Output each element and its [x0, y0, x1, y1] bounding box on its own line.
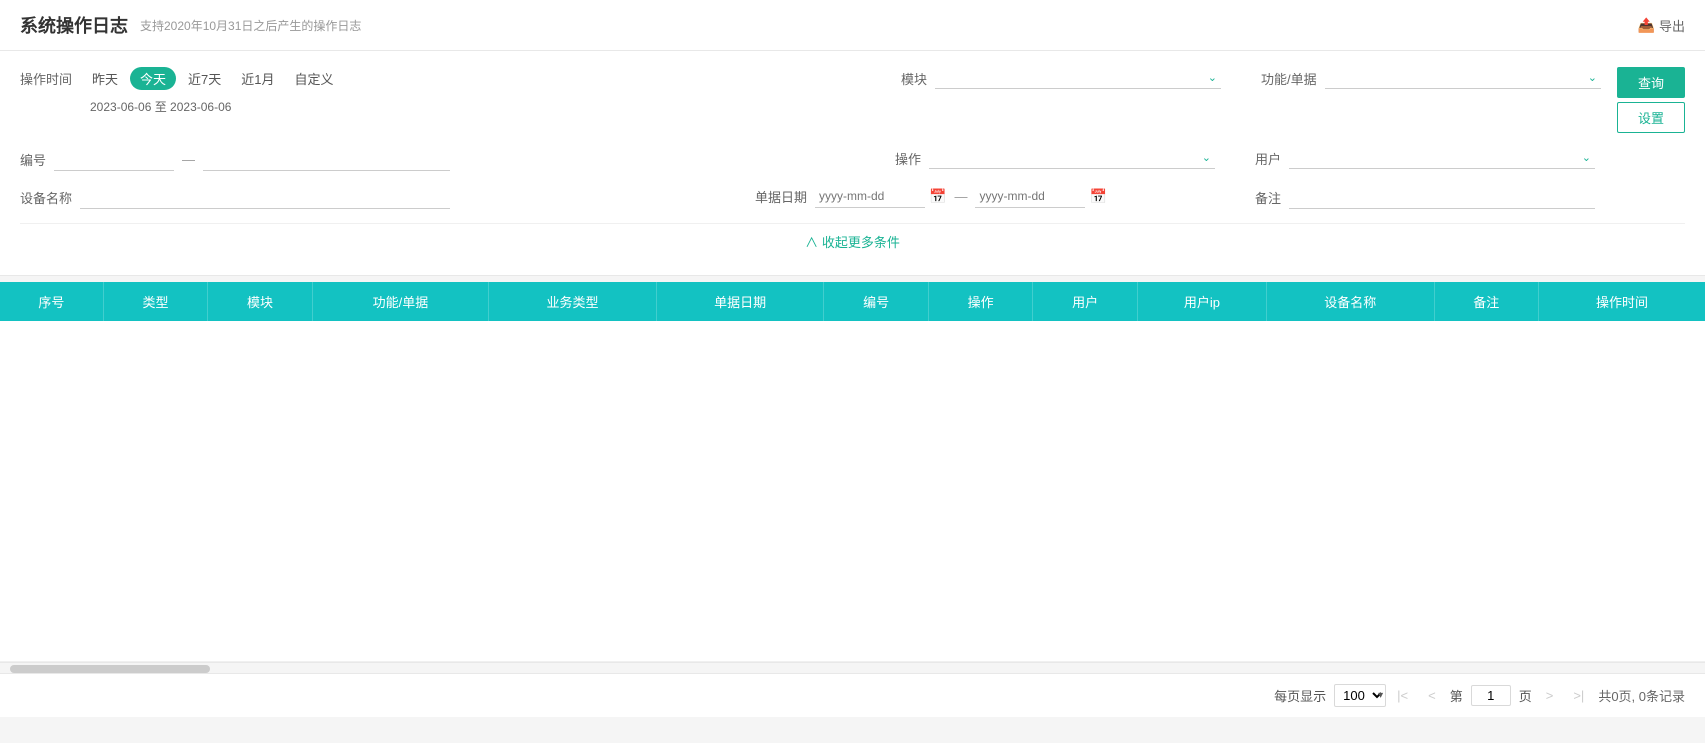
table-container: 序号 类型 模块 功能/单据 业务类型 单据日期 编号 操作 用户 用户ip 设… — [0, 282, 1705, 662]
operation-filter: 操作 ⌄ — [895, 147, 1215, 169]
device-filter: 设备名称 — [20, 185, 450, 209]
calendar-icon-end[interactable]: 📅 — [1089, 188, 1106, 205]
time-buttons: 昨天 今天 近7天 近1月 自定义 — [84, 67, 342, 90]
date-input-start[interactable] — [815, 185, 925, 208]
export-label: 导出 — [1659, 16, 1685, 35]
date-input-end[interactable] — [975, 185, 1085, 208]
data-table: 序号 类型 模块 功能/单据 业务类型 单据日期 编号 操作 用户 用户ip 设… — [0, 282, 1705, 662]
function-chevron-icon: ⌄ — [1588, 71, 1597, 84]
col-optime: 操作时间 — [1539, 282, 1705, 321]
collapse-label: 收起更多条件 — [822, 235, 900, 250]
col-device: 设备名称 — [1266, 282, 1434, 321]
col-operation: 操作 — [928, 282, 1032, 321]
number-filter: 编号 — — [20, 147, 450, 171]
user-select[interactable]: ⌄ — [1289, 147, 1595, 169]
prev-page-button[interactable]: < — [1422, 686, 1442, 705]
next-page-button[interactable]: > — [1540, 686, 1560, 705]
time-btn-7days[interactable]: 近7天 — [180, 67, 229, 90]
first-page-button[interactable]: |< — [1391, 686, 1414, 705]
module-filter: 模块 ⌄ — [901, 67, 1221, 89]
note-input[interactable] — [1289, 185, 1595, 209]
date-filter: 单据日期 📅 — 📅 — [755, 185, 1215, 208]
operation-label: 操作 — [895, 149, 929, 168]
time-label: 操作时间 — [20, 69, 80, 88]
chevron-down-icon: ▾ — [1378, 690, 1383, 701]
time-btn-custom[interactable]: 自定义 — [287, 67, 342, 90]
col-number: 编号 — [824, 282, 928, 321]
filter-row-3: 设备名称 单据日期 📅 — 📅 备注 — [20, 185, 1685, 209]
collapse-bar[interactable]: ∧ 收起更多条件 — [20, 223, 1685, 259]
date-dash: — — [946, 189, 975, 204]
last-page-button[interactable]: >| — [1567, 686, 1590, 705]
page-size-label: 每页显示 — [1274, 686, 1326, 705]
filter-row-2: 编号 — 操作 ⌄ 用户 ⌄ — [20, 147, 1685, 171]
export-button[interactable]: 📤 导出 — [1638, 16, 1685, 35]
date-input-group-start: 📅 — [815, 185, 946, 208]
module-chevron-icon: ⌄ — [1208, 71, 1217, 84]
calendar-icon-start[interactable]: 📅 — [929, 188, 946, 205]
col-user: 用户 — [1033, 282, 1137, 321]
operation-select[interactable]: ⌄ — [929, 147, 1215, 169]
collapse-icon: ∧ — [805, 235, 818, 250]
total-info: 共0页, 0条记录 — [1598, 686, 1685, 705]
scrollbar-thumb[interactable] — [10, 665, 210, 673]
user-filter: 用户 ⌄ — [1255, 147, 1595, 169]
module-select[interactable]: ⌄ — [935, 67, 1221, 89]
page-subtitle: 支持2020年10月31日之后产生的操作日志 — [140, 17, 361, 34]
date-input-group-end: 📅 — [975, 185, 1106, 208]
title-area: 系统操作日志 支持2020年10月31日之后产生的操作日志 — [20, 12, 361, 38]
operation-chevron-icon: ⌄ — [1202, 151, 1211, 164]
col-index: 序号 — [0, 282, 103, 321]
number-input-end[interactable] — [203, 147, 450, 171]
time-btn-1month[interactable]: 近1月 — [233, 67, 282, 90]
action-buttons: 查询 设置 — [1617, 67, 1685, 133]
col-userip: 用户ip — [1137, 282, 1266, 321]
device-input[interactable] — [80, 185, 450, 209]
time-btn-yesterday[interactable]: 昨天 — [84, 67, 126, 90]
table-header: 序号 类型 模块 功能/单据 业务类型 单据日期 编号 操作 用户 用户ip 设… — [0, 282, 1705, 321]
col-biztype: 业务类型 — [489, 282, 657, 321]
user-label: 用户 — [1255, 149, 1289, 168]
col-function: 功能/单据 — [312, 282, 488, 321]
page-header: 系统操作日志 支持2020年10月31日之后产生的操作日志 📤 导出 — [0, 0, 1705, 51]
user-chevron-icon: ⌄ — [1582, 151, 1591, 164]
settings-button[interactable]: 设置 — [1617, 102, 1685, 133]
function-select[interactable]: ⌄ — [1325, 67, 1601, 89]
empty-row — [0, 321, 1705, 661]
query-button[interactable]: 查询 — [1617, 67, 1685, 98]
empty-cell — [0, 321, 1705, 661]
time-range-display: 2023-06-06 至 2023-06-06 — [90, 98, 231, 115]
horizontal-scrollbar[interactable] — [0, 662, 1705, 674]
col-docdate: 单据日期 — [656, 282, 824, 321]
col-type: 类型 — [103, 282, 207, 321]
col-module: 模块 — [208, 282, 312, 321]
time-filter: 操作时间 昨天 今天 近7天 近1月 自定义 2023-06-06 至 2023… — [20, 67, 342, 115]
export-icon: 📤 — [1638, 17, 1655, 34]
function-filter: 功能/单据 ⌄ — [1261, 67, 1601, 89]
module-label: 模块 — [901, 69, 935, 88]
col-note: 备注 — [1434, 282, 1538, 321]
table-body — [0, 321, 1705, 661]
note-filter: 备注 — [1255, 185, 1595, 209]
table-header-row: 序号 类型 模块 功能/单据 业务类型 单据日期 编号 操作 用户 用户ip 设… — [0, 282, 1705, 321]
number-input-start[interactable] — [54, 147, 174, 171]
page-label: 第 — [1450, 686, 1463, 705]
device-label: 设备名称 — [20, 188, 80, 207]
number-dash: — — [174, 152, 203, 167]
page-number-input[interactable] — [1471, 685, 1511, 706]
note-label: 备注 — [1255, 188, 1289, 207]
pagination-bar: 每页显示 50 100 200 ▾ |< < 第 页 > >| 共0页, 0条记… — [0, 674, 1705, 717]
number-label: 编号 — [20, 150, 54, 169]
page-title: 系统操作日志 — [20, 12, 128, 38]
page-unit: 页 — [1519, 686, 1532, 705]
filter-area: 操作时间 昨天 今天 近7天 近1月 自定义 2023-06-06 至 2023… — [0, 51, 1705, 276]
date-label: 单据日期 — [755, 187, 815, 206]
function-label: 功能/单据 — [1261, 69, 1325, 88]
filter-row-1: 操作时间 昨天 今天 近7天 近1月 自定义 2023-06-06 至 2023… — [20, 67, 1685, 133]
time-btn-today[interactable]: 今天 — [130, 67, 176, 90]
